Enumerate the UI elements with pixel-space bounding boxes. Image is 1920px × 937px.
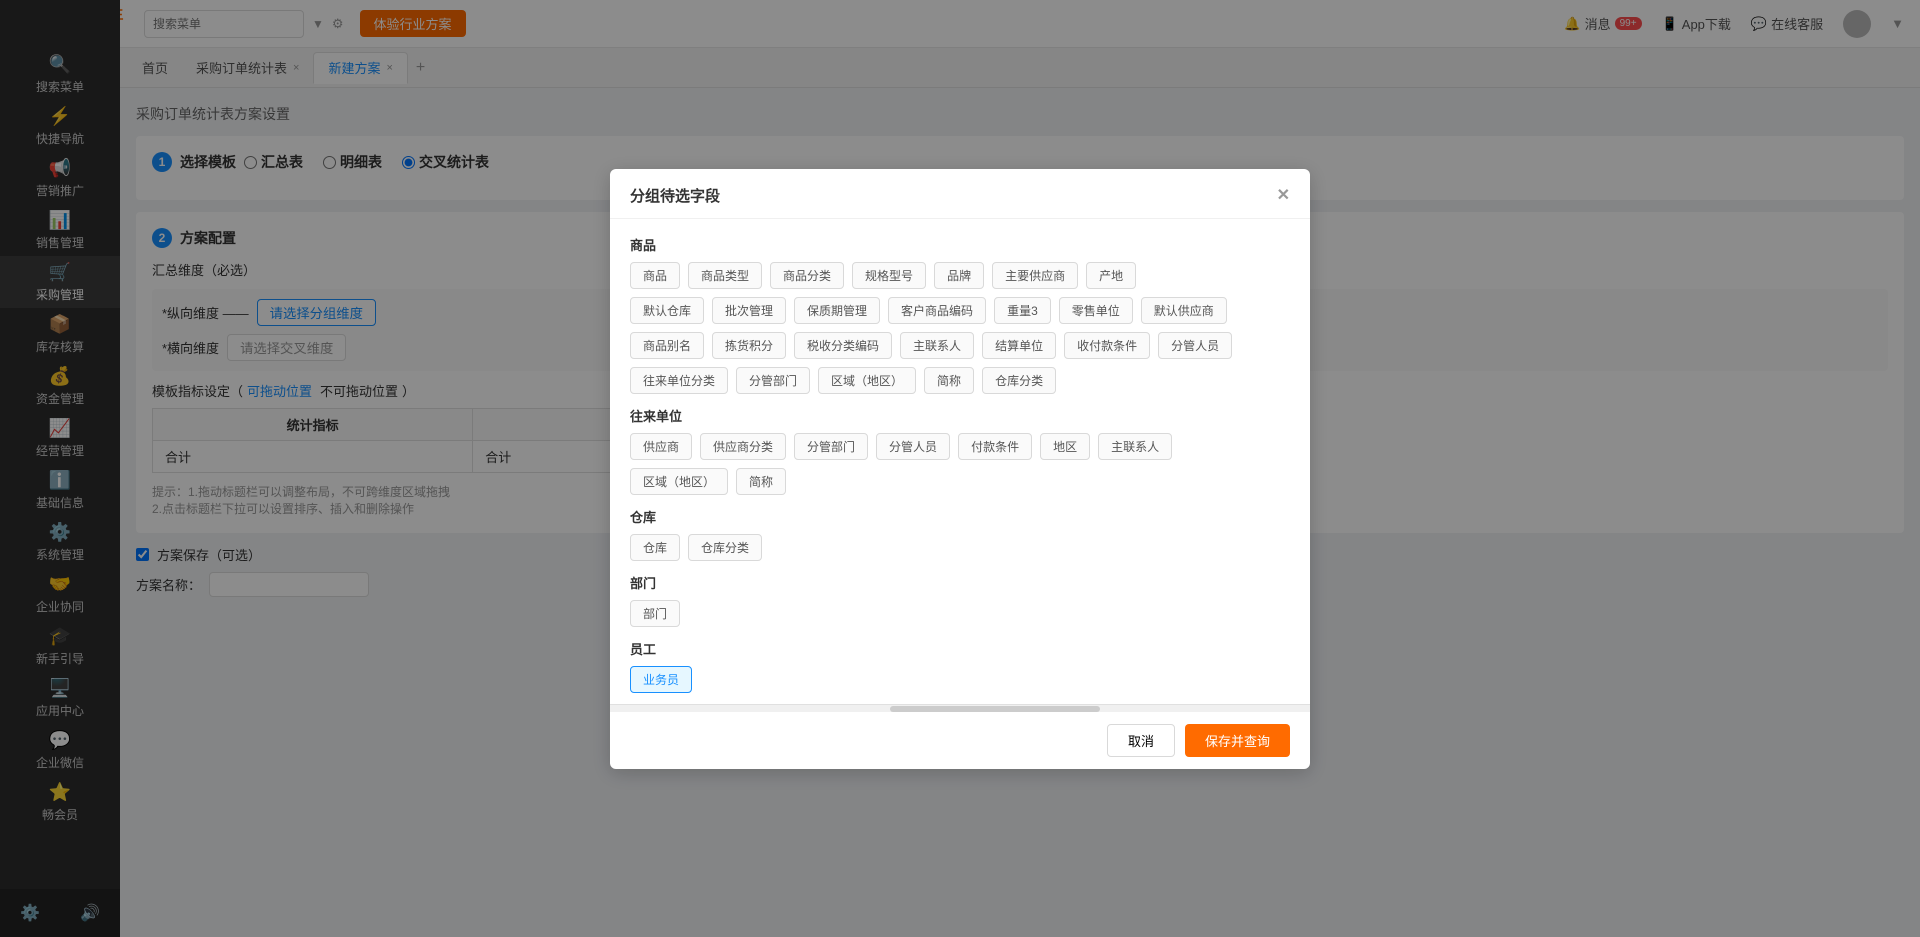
field-tag[interactable]: 保质期管理 — [794, 297, 880, 324]
field-tag[interactable]: 区域（地区） — [630, 468, 728, 495]
field-tag[interactable]: 仓库分类 — [688, 534, 762, 561]
field-tags-goods: 商品 商品类型 商品分类 规格型号 品牌 主要供应商 产地 — [630, 262, 1290, 289]
field-tag[interactable]: 部门 — [630, 600, 680, 627]
field-tag[interactable]: 收付款条件 — [1064, 332, 1150, 359]
field-tag[interactable]: 商品类型 — [688, 262, 762, 289]
field-tags-warehouse: 仓库 仓库分类 — [630, 534, 1290, 561]
field-tag[interactable]: 默认仓库 — [630, 297, 704, 324]
field-tags-goods-2: 默认仓库 批次管理 保质期管理 客户商品编码 重量3 零售单位 默认供应商 — [630, 297, 1290, 324]
modal-title: 分组待选字段 — [630, 185, 720, 206]
field-tag[interactable]: 零售单位 — [1059, 297, 1133, 324]
hscroll-thumb — [890, 706, 1100, 712]
modal-close-icon[interactable]: ✕ — [1277, 185, 1290, 205]
field-tags-goods-4: 往来单位分类 分管部门 区域（地区） 简称 仓库分类 — [630, 367, 1290, 394]
field-tag[interactable]: 品牌 — [934, 262, 984, 289]
section-title-goods: 商品 — [630, 235, 1290, 254]
field-tag[interactable]: 主联系人 — [1098, 433, 1172, 460]
ok-button[interactable]: 保存并查询 — [1185, 724, 1290, 757]
field-tag[interactable]: 产地 — [1086, 262, 1136, 289]
section-title-staff: 员工 — [630, 639, 1290, 658]
field-tag[interactable]: 分管部门 — [736, 367, 810, 394]
field-tag[interactable]: 分管人员 — [876, 433, 950, 460]
field-tag[interactable]: 简称 — [736, 468, 786, 495]
section-title-partner: 往来单位 — [630, 406, 1290, 425]
field-tags-partner: 供应商 供应商分类 分管部门 分管人员 付款条件 地区 主联系人 — [630, 433, 1290, 460]
field-tags-partner-2: 区域（地区） 简称 — [630, 468, 1290, 495]
field-tag[interactable]: 客户商品编码 — [888, 297, 986, 324]
field-tag[interactable]: 区域（地区） — [818, 367, 916, 394]
field-tag[interactable]: 地区 — [1040, 433, 1090, 460]
field-tag[interactable]: 税收分类编码 — [794, 332, 892, 359]
modal-hscroll[interactable] — [610, 704, 1310, 711]
field-tags-staff: 业务员 — [630, 666, 1290, 693]
field-tag[interactable]: 规格型号 — [852, 262, 926, 289]
modal-overlay: 分组待选字段 ✕ 商品 商品 商品类型 商品分类 规格型号 品牌 主要供应商 产… — [0, 0, 1920, 937]
field-tag[interactable]: 结算单位 — [982, 332, 1056, 359]
cancel-button[interactable]: 取消 — [1107, 724, 1175, 757]
modal-footer: 取消 保存并查询 — [610, 711, 1310, 769]
field-tag[interactable]: 供应商分类 — [700, 433, 786, 460]
field-select-modal: 分组待选字段 ✕ 商品 商品 商品类型 商品分类 规格型号 品牌 主要供应商 产… — [610, 169, 1310, 769]
field-tag[interactable]: 拣货积分 — [712, 332, 786, 359]
field-tag-selected[interactable]: 业务员 — [630, 666, 692, 693]
field-tag[interactable]: 批次管理 — [712, 297, 786, 324]
field-tags-dept: 部门 — [630, 600, 1290, 627]
field-tag[interactable]: 仓库 — [630, 534, 680, 561]
field-tag[interactable]: 付款条件 — [958, 433, 1032, 460]
field-tag[interactable]: 商品别名 — [630, 332, 704, 359]
field-tag[interactable]: 仓库分类 — [982, 367, 1056, 394]
field-tags-goods-3: 商品别名 拣货积分 税收分类编码 主联系人 结算单位 收付款条件 分管人员 — [630, 332, 1290, 359]
field-tag[interactable]: 主联系人 — [900, 332, 974, 359]
field-tag[interactable]: 重量3 — [994, 297, 1051, 324]
modal-body[interactable]: 商品 商品 商品类型 商品分类 规格型号 品牌 主要供应商 产地 默认仓库 批次… — [610, 219, 1310, 704]
field-tag[interactable]: 供应商 — [630, 433, 692, 460]
field-tag[interactable]: 商品分类 — [770, 262, 844, 289]
field-tag[interactable]: 分管人员 — [1158, 332, 1232, 359]
field-tag[interactable]: 主要供应商 — [992, 262, 1078, 289]
field-tag[interactable]: 分管部门 — [794, 433, 868, 460]
field-tag[interactable]: 简称 — [924, 367, 974, 394]
field-tag[interactable]: 默认供应商 — [1141, 297, 1227, 324]
section-title-dept: 部门 — [630, 573, 1290, 592]
section-title-warehouse: 仓库 — [630, 507, 1290, 526]
modal-header: 分组待选字段 ✕ — [610, 169, 1310, 219]
field-tag[interactable]: 往来单位分类 — [630, 367, 728, 394]
field-tag[interactable]: 商品 — [630, 262, 680, 289]
